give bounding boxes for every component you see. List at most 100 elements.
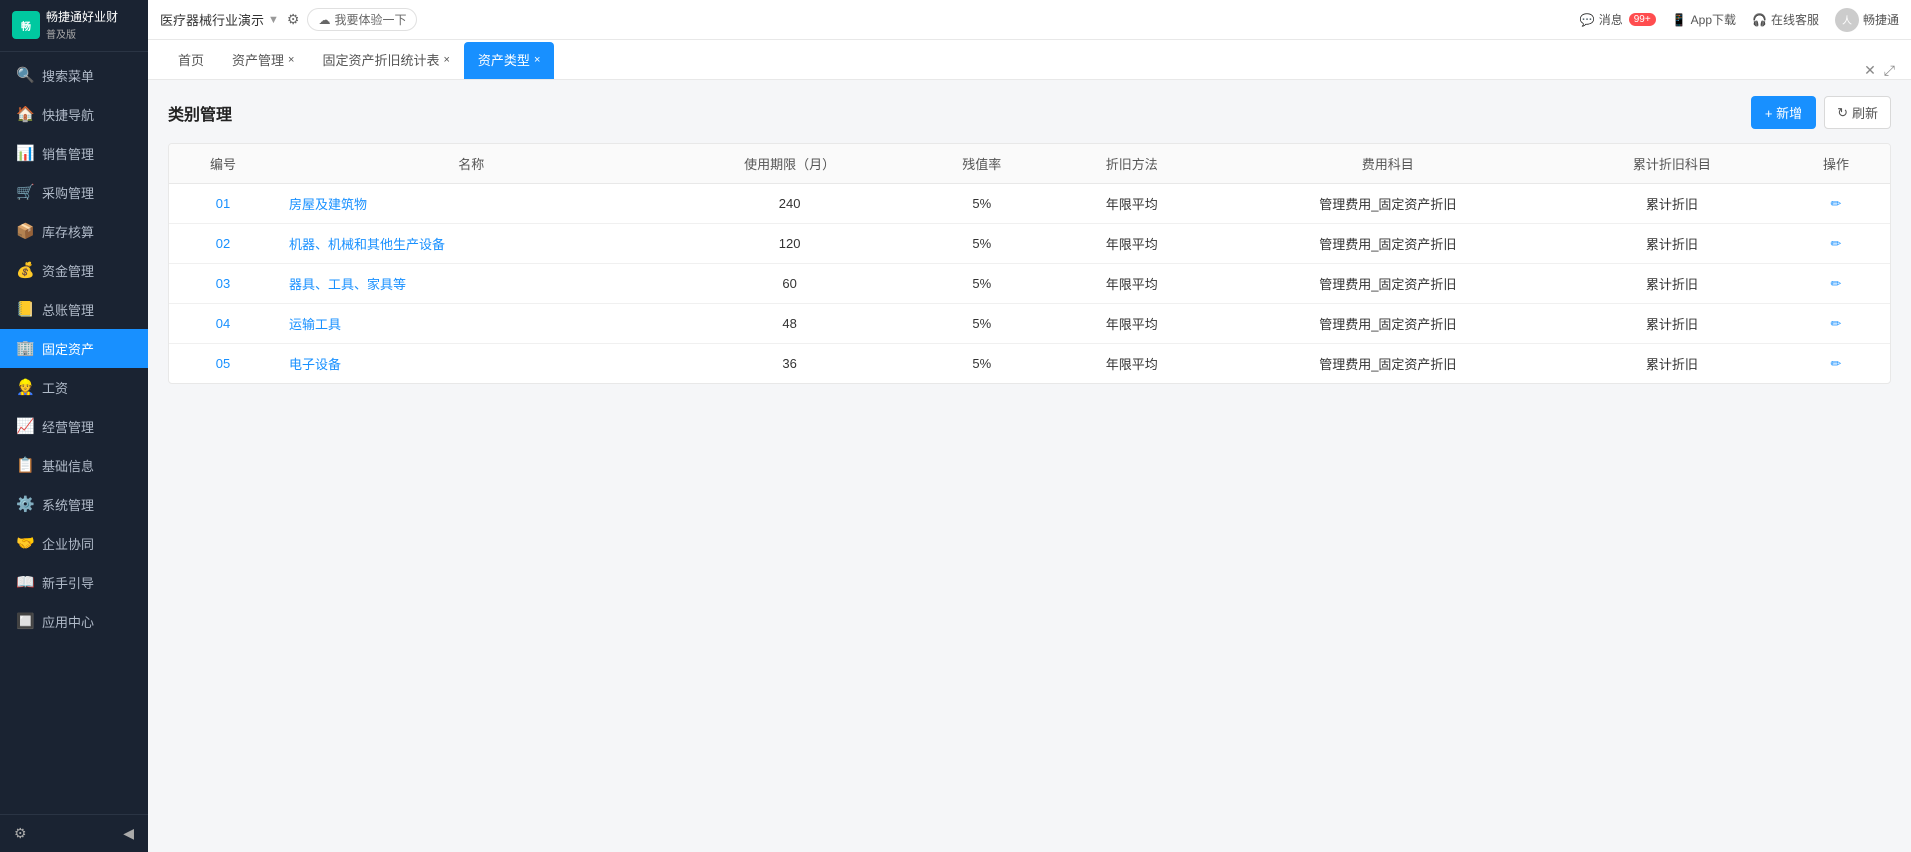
tabs-controls: ✕ ⤢ [1864, 62, 1895, 79]
sidebar-item-guide[interactable]: 📖 新手引导 [0, 563, 148, 602]
table-row: 05 电子设备 36 5% 年限平均 管理费用_固定资产折旧 累计折旧 ✏ [169, 344, 1890, 384]
tab-label: 首页 [178, 50, 204, 69]
tab-bar: 首页资产管理×固定资产折旧统计表×资产类型× ✕ ⤢ [148, 40, 1911, 80]
cell-actions: ✏ [1782, 224, 1890, 264]
trial-label: 我要体验一下 [334, 11, 406, 28]
trial-button[interactable]: ☁ 我要体验一下 [307, 8, 417, 31]
main-area: 医疗器械行业演示 ▼ ⚙ ☁ 我要体验一下 💬 消息 99+ 📱 App下载 🎧… [148, 0, 1911, 852]
sidebar-menu: 🔍 搜索菜单 🏠 快捷导航 📊 销售管理 🛒 采购管理 📦 库存核算 💰 资金管… [0, 52, 148, 814]
company-selector[interactable]: 医疗器械行业演示 ▼ [160, 10, 279, 29]
col-header: 折旧方法 [1050, 144, 1214, 184]
sidebar-item-search[interactable]: 🔍 搜索菜单 [0, 56, 148, 95]
gear-icon[interactable]: ⚙ [287, 11, 300, 28]
sidebar-item-label: 应用中心 [42, 612, 94, 631]
cell-residual: 5% [914, 224, 1050, 264]
message-badge: 99+ [1629, 13, 1656, 26]
cell-method: 年限平均 [1050, 184, 1214, 224]
col-header: 残值率 [914, 144, 1050, 184]
cell-expense: 管理费用_固定资产折旧 [1214, 224, 1562, 264]
sidebar-item-label: 工资 [42, 378, 68, 397]
cell-depreciation: 累计折旧 [1562, 304, 1782, 344]
edit-icon[interactable]: ✏ [1831, 276, 1842, 291]
cell-method: 年限平均 [1050, 224, 1214, 264]
sidebar-item-basicinfo[interactable]: 📋 基础信息 [0, 446, 148, 485]
edit-icon[interactable]: ✏ [1831, 196, 1842, 211]
messages-action[interactable]: 💬 消息 99+ [1580, 11, 1656, 28]
tab-asset_type[interactable]: 资产类型× [464, 42, 554, 79]
customer-service-action[interactable]: 🎧 在线客服 [1752, 11, 1819, 28]
data-table: 编号名称使用期限（月）残值率折旧方法费用科目累计折旧科目操作 01 房屋及建筑物… [169, 144, 1890, 383]
company-name: 医疗器械行业演示 [160, 10, 264, 29]
sidebar-footer: ⚙ ◀ [0, 814, 148, 852]
page-title: 类别管理 [168, 101, 232, 125]
cell-method: 年限平均 [1050, 264, 1214, 304]
sidebar-item-salary[interactable]: 👷 工资 [0, 368, 148, 407]
sidebar-item-label: 经营管理 [42, 417, 94, 436]
collapse-icon[interactable]: ◀ [123, 825, 134, 842]
headset-icon: 🎧 [1752, 13, 1767, 27]
cell-method: 年限平均 [1050, 304, 1214, 344]
sidebar-item-purchase[interactable]: 🛒 采购管理 [0, 173, 148, 212]
topbar-right: 💬 消息 99+ 📱 App下载 🎧 在线客服 人 畅捷通 [1580, 8, 1899, 32]
data-table-wrap: 编号名称使用期限（月）残值率折旧方法费用科目累计折旧科目操作 01 房屋及建筑物… [168, 143, 1891, 384]
tab-close-icon[interactable]: × [288, 54, 294, 66]
sidebar-item-system[interactable]: ⚙️ 系统管理 [0, 485, 148, 524]
cell-residual: 5% [914, 184, 1050, 224]
refresh-button[interactable]: ↻ 刷新 [1824, 96, 1891, 129]
settings-icon[interactable]: ⚙ [14, 825, 27, 842]
logo-subtitle: 普及版 [46, 26, 118, 41]
app-download-label: App下载 [1691, 11, 1736, 28]
topbar-left: 医疗器械行业演示 ▼ ⚙ ☁ 我要体验一下 [160, 8, 417, 31]
sidebar-item-label: 系统管理 [42, 495, 94, 514]
col-header: 操作 [1782, 144, 1890, 184]
new-button[interactable]: + 新增 [1751, 96, 1816, 129]
tab-label: 固定资产折旧统计表 [322, 50, 439, 69]
col-header: 费用科目 [1214, 144, 1562, 184]
tab-home[interactable]: 首页 [164, 42, 218, 79]
refresh-label: 刷新 [1852, 103, 1878, 122]
sidebar: 畅 畅捷通好业财 普及版 🔍 搜索菜单 🏠 快捷导航 📊 销售管理 🛒 采购管理… [0, 0, 148, 852]
sidebar-item-label: 销售管理 [42, 144, 94, 163]
sidebar-item-quicknav[interactable]: 🏠 快捷导航 [0, 95, 148, 134]
edit-icon[interactable]: ✏ [1831, 236, 1842, 251]
cell-method: 年限平均 [1050, 344, 1214, 384]
operation-icon: 📈 [16, 417, 34, 435]
sidebar-item-fixedassets[interactable]: 🏢 固定资产 [0, 329, 148, 368]
edit-icon[interactable]: ✏ [1831, 316, 1842, 331]
salary-icon: 👷 [16, 378, 34, 396]
sidebar-item-apps[interactable]: 🔲 应用中心 [0, 602, 148, 641]
sidebar-logo: 畅 畅捷通好业财 普及版 [0, 0, 148, 52]
sidebar-item-operation[interactable]: 📈 经营管理 [0, 407, 148, 446]
purchase-icon: 🛒 [16, 183, 34, 201]
cell-name: 机器、机械和其他生产设备 [277, 224, 666, 264]
sidebar-item-sales[interactable]: 📊 销售管理 [0, 134, 148, 173]
sidebar-item-inventory[interactable]: 📦 库存核算 [0, 212, 148, 251]
cell-months: 120 [666, 224, 914, 264]
sidebar-item-ledger[interactable]: 📒 总账管理 [0, 290, 148, 329]
inventory-icon: 📦 [16, 222, 34, 240]
cell-actions: ✏ [1782, 344, 1890, 384]
tab-depreciation[interactable]: 固定资产折旧统计表 × [308, 42, 463, 79]
table-header: 编号名称使用期限（月）残值率折旧方法费用科目累计折旧科目操作 [169, 144, 1890, 184]
cell-expense: 管理费用_固定资产折旧 [1214, 184, 1562, 224]
close-tab-icon[interactable]: ✕ [1864, 62, 1876, 79]
sidebar-item-capital[interactable]: 💰 资金管理 [0, 251, 148, 290]
cell-id: 03 [169, 264, 277, 304]
edit-icon[interactable]: ✏ [1831, 356, 1842, 371]
cell-id: 04 [169, 304, 277, 344]
tab-close-icon[interactable]: × [534, 54, 540, 66]
app-download-action[interactable]: 📱 App下载 [1672, 11, 1736, 28]
cell-months: 36 [666, 344, 914, 384]
logo-text-block: 畅捷通好业财 普及版 [46, 10, 118, 41]
tab-label: 资产管理 [232, 50, 284, 69]
tab-asset_mgmt[interactable]: 资产管理 × [218, 42, 308, 79]
cell-name: 运输工具 [277, 304, 666, 344]
expand-icon[interactable]: ⤢ [1884, 62, 1895, 79]
topbar: 医疗器械行业演示 ▼ ⚙ ☁ 我要体验一下 💬 消息 99+ 📱 App下载 🎧… [148, 0, 1911, 40]
message-icon: 💬 [1580, 13, 1595, 27]
tab-close-icon[interactable]: × [443, 54, 449, 66]
cell-actions: ✏ [1782, 184, 1890, 224]
cell-id: 05 [169, 344, 277, 384]
user-menu[interactable]: 人 畅捷通 [1835, 8, 1899, 32]
sidebar-item-cooperation[interactable]: 🤝 企业协同 [0, 524, 148, 563]
